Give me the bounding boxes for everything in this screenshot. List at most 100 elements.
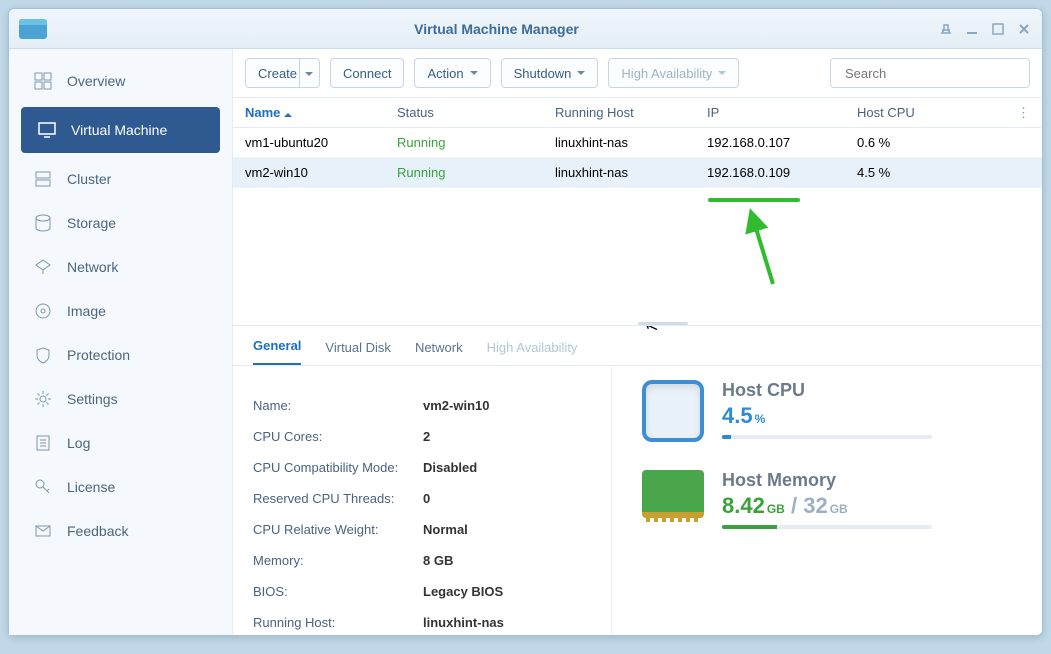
detail-key: CPU Cores: [253,429,423,444]
detail-key: CPU Relative Weight: [253,522,423,537]
cell-name: vm2-win10 [245,165,397,180]
sidebar-item-virtual-machine[interactable]: Virtual Machine [21,107,220,153]
col-ip[interactable]: IP [707,105,857,120]
col-status[interactable]: Status [397,105,555,120]
sidebar-item-feedback[interactable]: Feedback [9,509,232,553]
detail-value: linuxhint-nas [423,615,504,630]
close-icon[interactable] [1016,21,1032,37]
cell-ip: 192.168.0.109 [707,165,857,180]
key-icon [33,477,53,497]
sidebar-item-label: Log [67,435,90,451]
col-name[interactable]: Name [245,105,397,120]
maximize-icon[interactable] [990,21,1006,37]
toolbar: Create Connect Action Shutdown High Avai… [233,49,1042,97]
metric-value: 8.42GB / 32GB [722,493,932,519]
metric-value: 4.5% [722,403,932,429]
mail-icon [33,521,53,541]
detail-value: 0 [423,491,430,506]
detail-value: Disabled [423,460,477,475]
shutdown-button[interactable]: Shutdown [501,58,599,88]
caret-icon [718,71,726,75]
detail-pane: General Virtual Disk Network High Availa… [233,325,1042,635]
detail-key: Running Host: [253,615,423,630]
sidebar-item-label: Network [67,259,118,275]
detail-key: Name: [253,398,423,413]
sidebar-item-image[interactable]: Image [9,289,232,333]
cpu-icon [642,380,704,442]
high-availability-button[interactable]: High Availability [608,58,739,88]
caret-icon [305,72,313,76]
search-input[interactable] [845,66,1021,81]
log-icon [33,433,53,453]
sidebar-item-label: License [67,479,115,495]
create-button[interactable]: Create [245,58,320,88]
cluster-icon [33,169,53,189]
detail-value: 8 GB [423,553,453,568]
col-running-host[interactable]: Running Host [555,105,707,120]
action-button[interactable]: Action [414,58,490,88]
detail-tabs: General Virtual Disk Network High Availa… [233,326,1042,366]
memory-icon [642,470,704,518]
sidebar-item-label: Settings [67,391,118,407]
sidebar-item-settings[interactable]: Settings [9,377,232,421]
metric-title: Host Memory [722,470,932,491]
table-row[interactable]: vm1-ubuntu20 Running linuxhint-nas 192.1… [233,128,1042,158]
app-title: Virtual Machine Manager [55,21,938,37]
app-icon [19,19,47,39]
detail-key: Memory: [253,553,423,568]
metric-bar [722,525,932,529]
sidebar-item-protection[interactable]: Protection [9,333,232,377]
host-metrics: Host CPU 4.5% Host Memory 8.42GB / 32GB [611,366,1042,635]
tab-network[interactable]: Network [415,340,463,365]
sidebar-item-network[interactable]: Network [9,245,232,289]
cell-ip: 192.168.0.107 [707,135,857,150]
tab-virtual-disk[interactable]: Virtual Disk [325,340,391,365]
tab-high-availability[interactable]: High Availability [487,340,578,365]
tab-general[interactable]: General [253,338,301,365]
cell-status: Running [397,135,555,150]
sidebar-item-label: Cluster [67,171,111,187]
network-icon [33,257,53,277]
sidebar-item-label: Virtual Machine [71,122,167,138]
sidebar-item-license[interactable]: License [9,465,232,509]
shield-icon [33,345,53,365]
detail-key: Reserved CPU Threads: [253,491,423,506]
sidebar-item-label: Overview [67,73,125,89]
image-icon [33,301,53,321]
detail-key: BIOS: [253,584,423,599]
sidebar-item-label: Storage [67,215,116,231]
caret-icon [470,71,478,75]
sidebar-item-storage[interactable]: Storage [9,201,232,245]
sidebar-item-label: Feedback [67,523,128,539]
cell-cpu: 0.6 % [857,135,987,150]
detail-key: CPU Compatibility Mode: [253,460,423,475]
monitor-icon [37,120,57,140]
annotation-underline [708,198,800,202]
cell-status: Running [397,165,555,180]
minimize-icon[interactable] [964,21,980,37]
storage-icon [33,213,53,233]
sidebar-item-overview[interactable]: Overview [9,59,232,103]
detail-value: Normal [423,522,468,537]
cell-name: vm1-ubuntu20 [245,135,397,150]
sidebar-item-cluster[interactable]: Cluster [9,157,232,201]
cell-host: linuxhint-nas [555,165,707,180]
sidebar-item-log[interactable]: Log [9,421,232,465]
vm-table: Name Status Running Host IP Host CPU ⋮ v… [233,97,1042,188]
sidebar-item-label: Protection [67,347,130,363]
detail-value: 2 [423,429,430,444]
search-box[interactable] [830,58,1030,88]
pin-icon[interactable] [938,21,954,37]
titlebar: Virtual Machine Manager [9,9,1042,49]
col-host-cpu[interactable]: Host CPU [857,105,987,120]
grid-icon [33,71,53,91]
detail-value: vm2-win10 [423,398,489,413]
cell-cpu: 4.5 % [857,165,987,180]
app-window: Virtual Machine Manager Overview Virtual… [8,8,1043,636]
table-row[interactable]: vm2-win10 Running linuxhint-nas 192.168.… [233,158,1042,188]
column-menu-icon[interactable]: ⋮ [1017,105,1042,121]
detail-value: Legacy BIOS [423,584,503,599]
connect-button[interactable]: Connect [330,58,404,88]
metric-title: Host CPU [722,380,932,401]
table-header: Name Status Running Host IP Host CPU ⋮ [233,98,1042,128]
